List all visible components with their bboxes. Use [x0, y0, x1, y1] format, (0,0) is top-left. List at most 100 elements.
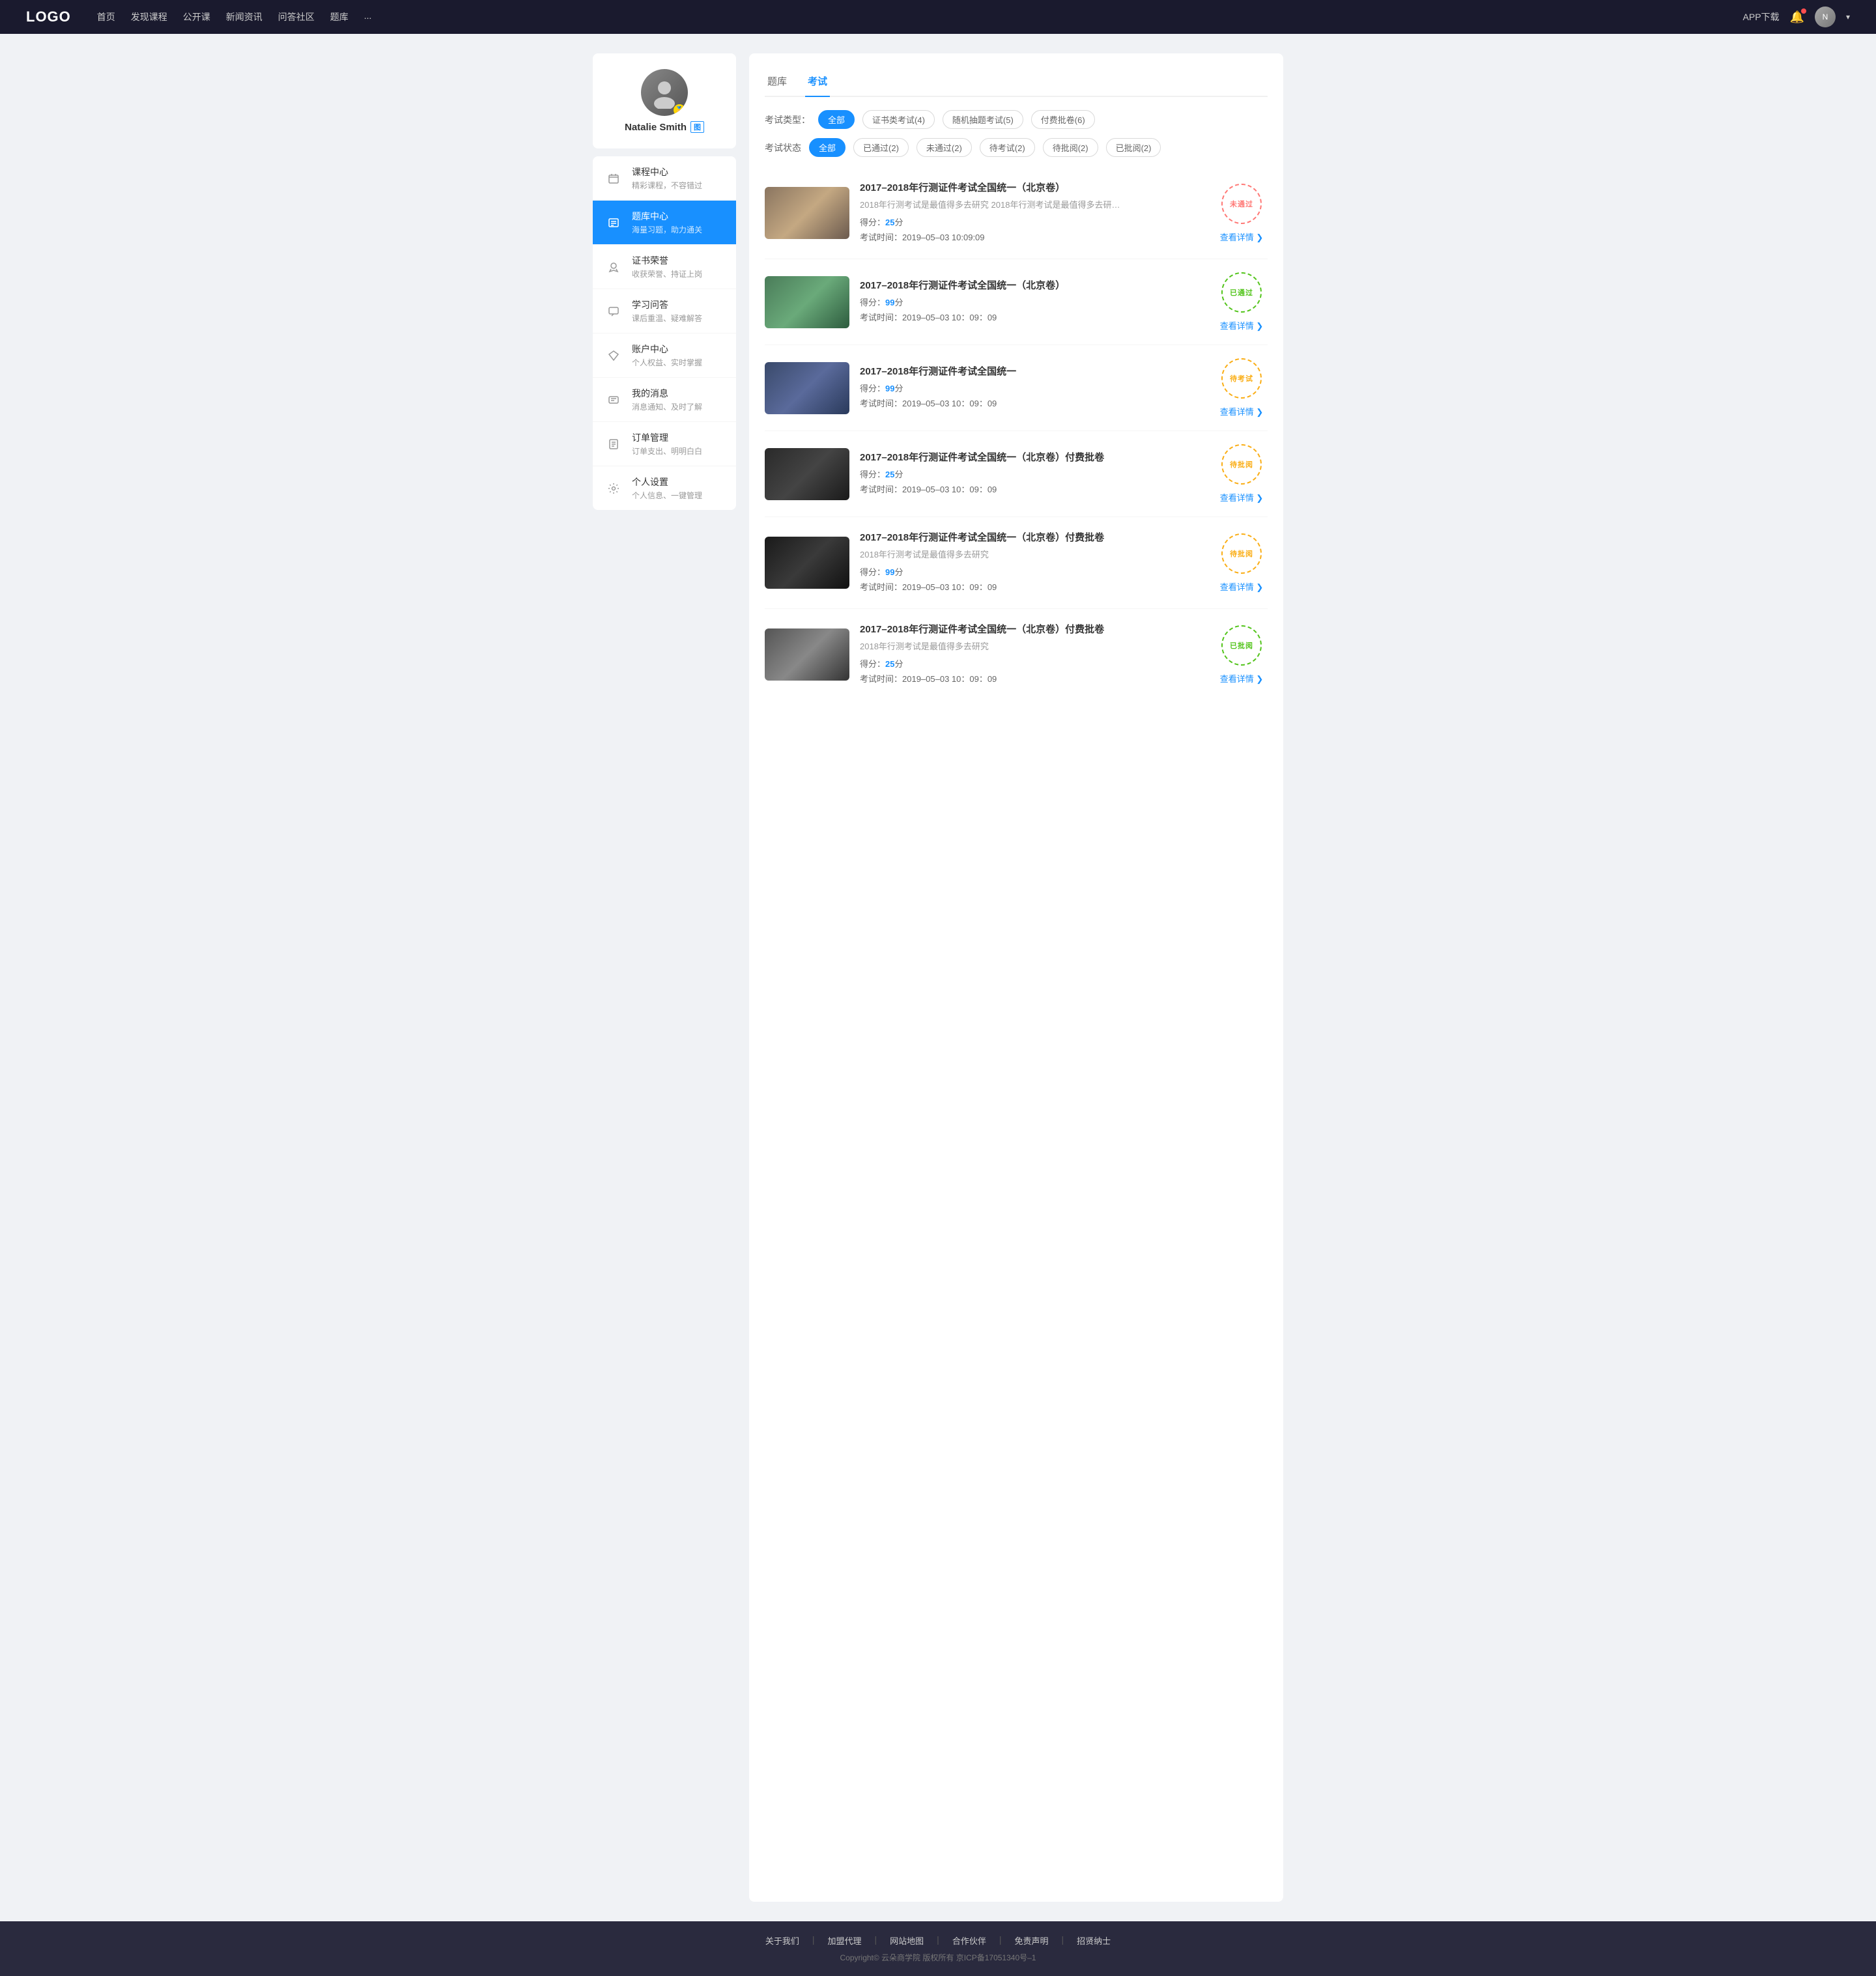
exam-type-random-btn[interactable]: 随机抽题考试(5) — [943, 110, 1023, 129]
exam-item: 2017–2018年行测证件考试全国统一（北京卷）付费批卷 2018年行测考试是… — [765, 609, 1268, 700]
exam-score: 得分：25分 — [860, 657, 1205, 670]
sidebar-item-settings[interactable]: 个人设置 个人信息、一键管理 — [593, 466, 736, 510]
view-detail-link[interactable]: 查看详情 ❯ — [1220, 672, 1264, 685]
nav-news[interactable]: 新闻资讯 — [226, 10, 263, 23]
exam-action: 已通过 查看详情 ❯ — [1215, 272, 1268, 332]
footer-links: 关于我们|加盟代理|网站地图|合作伙伴|免责声明|招贤纳士 — [13, 1934, 1863, 1947]
footer-link-3[interactable]: 合作伙伴 — [952, 1934, 986, 1947]
nav-questionbank[interactable]: 题库 — [330, 10, 348, 23]
exam-type-filter-row: 考试类型： 全部 证书类考试(4) 随机抽题考试(5) 付费批卷(6) — [765, 110, 1268, 129]
exam-time: 考试时间：2019–05–03 10：09：09 — [860, 311, 1205, 323]
view-detail-link[interactable]: 查看详情 ❯ — [1220, 231, 1264, 243]
footer-link-1[interactable]: 加盟代理 — [828, 1934, 862, 1947]
sidebar-item-course-center-title: 课程中心 — [632, 165, 726, 178]
exam-item: 2017–2018年行测证件考试全国统一（北京卷）付费批卷 得分：25分 考试时… — [765, 431, 1268, 517]
view-detail-link[interactable]: 查看详情 ❯ — [1220, 580, 1264, 593]
sidebar-item-messages[interactable]: 我的消息 消息通知、及时了解 — [593, 378, 736, 422]
exam-score: 得分：99分 — [860, 382, 1205, 394]
navbar: LOGO 首页 发现课程 公开课 新闻资讯 问答社区 题库 ... APP下载 … — [0, 0, 1876, 34]
award-icon — [603, 257, 624, 277]
footer-link-2[interactable]: 网站地图 — [890, 1934, 924, 1947]
sidebar-item-account-title: 账户中心 — [632, 343, 726, 356]
footer-separator: | — [937, 1934, 939, 1947]
exam-status-failed-btn[interactable]: 未通过(2) — [917, 138, 972, 157]
app-download[interactable]: APP下载 — [1743, 10, 1780, 23]
diamond-icon — [603, 345, 624, 366]
view-detail-link[interactable]: 查看详情 ❯ — [1220, 405, 1264, 417]
sidebar-item-account-sub: 个人权益、实时掌握 — [632, 357, 726, 368]
footer-link-4[interactable]: 免责声明 — [1014, 1934, 1048, 1947]
sidebar-item-orders-title: 订单管理 — [632, 431, 726, 444]
nav-home[interactable]: 首页 — [97, 10, 115, 23]
exam-status-all-btn[interactable]: 全部 — [809, 138, 846, 157]
sidebar-item-certificate[interactable]: 证书荣誉 收获荣誉、持证上岗 — [593, 245, 736, 289]
footer-copyright: Copyright© 云朵商学院 版权所有 京ICP备17051340号–1 — [13, 1952, 1863, 1963]
notification-dot — [1801, 8, 1806, 14]
sidebar-item-settings-title: 个人设置 — [632, 475, 726, 488]
sidebar-item-messages-title: 我的消息 — [632, 387, 726, 400]
profile-name: Natalie Smith 图 — [625, 121, 704, 133]
sidebar-item-course-center-sub: 精彩课程，不容错过 — [632, 180, 726, 191]
sidebar-item-orders[interactable]: 订单管理 订单支出、明明白白 — [593, 422, 736, 466]
exam-type-paid-btn[interactable]: 付费批卷(6) — [1031, 110, 1095, 129]
tab-question-bank[interactable]: 题库 — [765, 69, 789, 96]
nav-open-course[interactable]: 公开课 — [183, 10, 210, 23]
nav-discover[interactable]: 发现课程 — [131, 10, 167, 23]
exam-status-stamp: 待考试 — [1221, 358, 1262, 399]
exam-info: 2017–2018年行测证件考试全国统一（北京卷） 得分：99分 考试时间：20… — [860, 278, 1205, 326]
footer-link-5[interactable]: 招贤纳士 — [1077, 1934, 1111, 1947]
exam-info: 2017–2018年行测证件考试全国统一（北京卷）付费批卷 2018年行测考试是… — [860, 622, 1205, 687]
exam-thumbnail — [765, 276, 849, 328]
exam-status-reviewed-btn[interactable]: 已批阅(2) — [1106, 138, 1161, 157]
profile-avatar: 🏅 — [641, 69, 688, 116]
exam-status-passed-btn[interactable]: 已通过(2) — [853, 138, 909, 157]
exam-time: 考试时间：2019–05–03 10：09：09 — [860, 397, 1205, 409]
exam-action: 待批阅 查看详情 ❯ — [1215, 533, 1268, 593]
nav-more[interactable]: ... — [364, 10, 372, 23]
exam-thumbnail — [765, 448, 849, 500]
sidebar-item-qa[interactable]: 学习问答 课后重温、疑难解答 — [593, 289, 736, 333]
exam-thumbnail — [765, 537, 849, 589]
exam-time: 考试时间：2019–05–03 10:09:09 — [860, 231, 1205, 243]
sidebar-item-qa-sub: 课后重温、疑难解答 — [632, 313, 726, 324]
exam-info: 2017–2018年行测证件考试全国统一（北京卷） 2018年行测考试是最值得多… — [860, 180, 1205, 246]
nav-qa[interactable]: 问答社区 — [278, 10, 315, 23]
sidebar-item-certificate-sub: 收获荣誉、持证上岗 — [632, 268, 726, 279]
bell-icon[interactable]: 🔔 — [1790, 10, 1804, 24]
sidebar-item-settings-sub: 个人信息、一键管理 — [632, 490, 726, 501]
exam-item: 2017–2018年行测证件考试全国统一（北京卷）付费批卷 2018年行测考试是… — [765, 517, 1268, 609]
sidebar-item-question-bank-sub: 海量习题，助力通关 — [632, 224, 726, 235]
sidebar-item-messages-sub: 消息通知、及时了解 — [632, 401, 726, 412]
exam-score: 得分：25分 — [860, 468, 1205, 480]
footer-link-0[interactable]: 关于我们 — [765, 1934, 799, 1947]
calendar-icon — [603, 168, 624, 189]
sidebar-item-course-center[interactable]: 课程中心 精彩课程，不容错过 — [593, 156, 736, 201]
main-content: 题库 考试 考试类型： 全部 证书类考试(4) 随机抽题考试(5) 付费批卷(6… — [749, 53, 1283, 1902]
user-menu-chevron[interactable]: ▾ — [1846, 12, 1850, 21]
nav-links: 首页 发现课程 公开课 新闻资讯 问答社区 题库 ... — [97, 10, 1743, 23]
exam-status-stamp: 已批阅 — [1221, 625, 1262, 666]
exam-status-stamp: 待批阅 — [1221, 533, 1262, 574]
avatar[interactable]: N — [1815, 7, 1836, 27]
tab-exam[interactable]: 考试 — [805, 69, 830, 96]
exam-type-all-btn[interactable]: 全部 — [818, 110, 855, 129]
footer-separator: | — [999, 1934, 1002, 1947]
exam-thumbnail — [765, 187, 849, 239]
exam-action: 待批阅 查看详情 ❯ — [1215, 444, 1268, 503]
sidebar-item-qa-title: 学习问答 — [632, 298, 726, 311]
logo: LOGO — [26, 8, 71, 25]
exam-action: 待考试 查看详情 ❯ — [1215, 358, 1268, 417]
navbar-right: APP下载 🔔 N ▾ — [1743, 7, 1850, 27]
profile-tag: 图 — [690, 121, 704, 133]
main-container: 🏅 Natalie Smith 图 课程中心 精彩课程，不容错过 — [580, 34, 1296, 1921]
exam-status-pending-btn[interactable]: 待考试(2) — [980, 138, 1035, 157]
sidebar-item-question-bank[interactable]: 题库中心 海量习题，助力通关 — [593, 201, 736, 245]
exam-type-cert-btn[interactable]: 证书类考试(4) — [862, 110, 935, 129]
exam-desc: 2018年行测考试是最值得多去研究 — [860, 640, 1120, 652]
view-detail-link[interactable]: 查看详情 ❯ — [1220, 491, 1264, 503]
view-detail-link[interactable]: 查看详情 ❯ — [1220, 319, 1264, 332]
sidebar-item-account[interactable]: 账户中心 个人权益、实时掌握 — [593, 333, 736, 378]
exam-status-awaiting-review-btn[interactable]: 待批阅(2) — [1043, 138, 1098, 157]
chat-icon — [603, 301, 624, 322]
profile-name-text: Natalie Smith — [625, 122, 687, 133]
